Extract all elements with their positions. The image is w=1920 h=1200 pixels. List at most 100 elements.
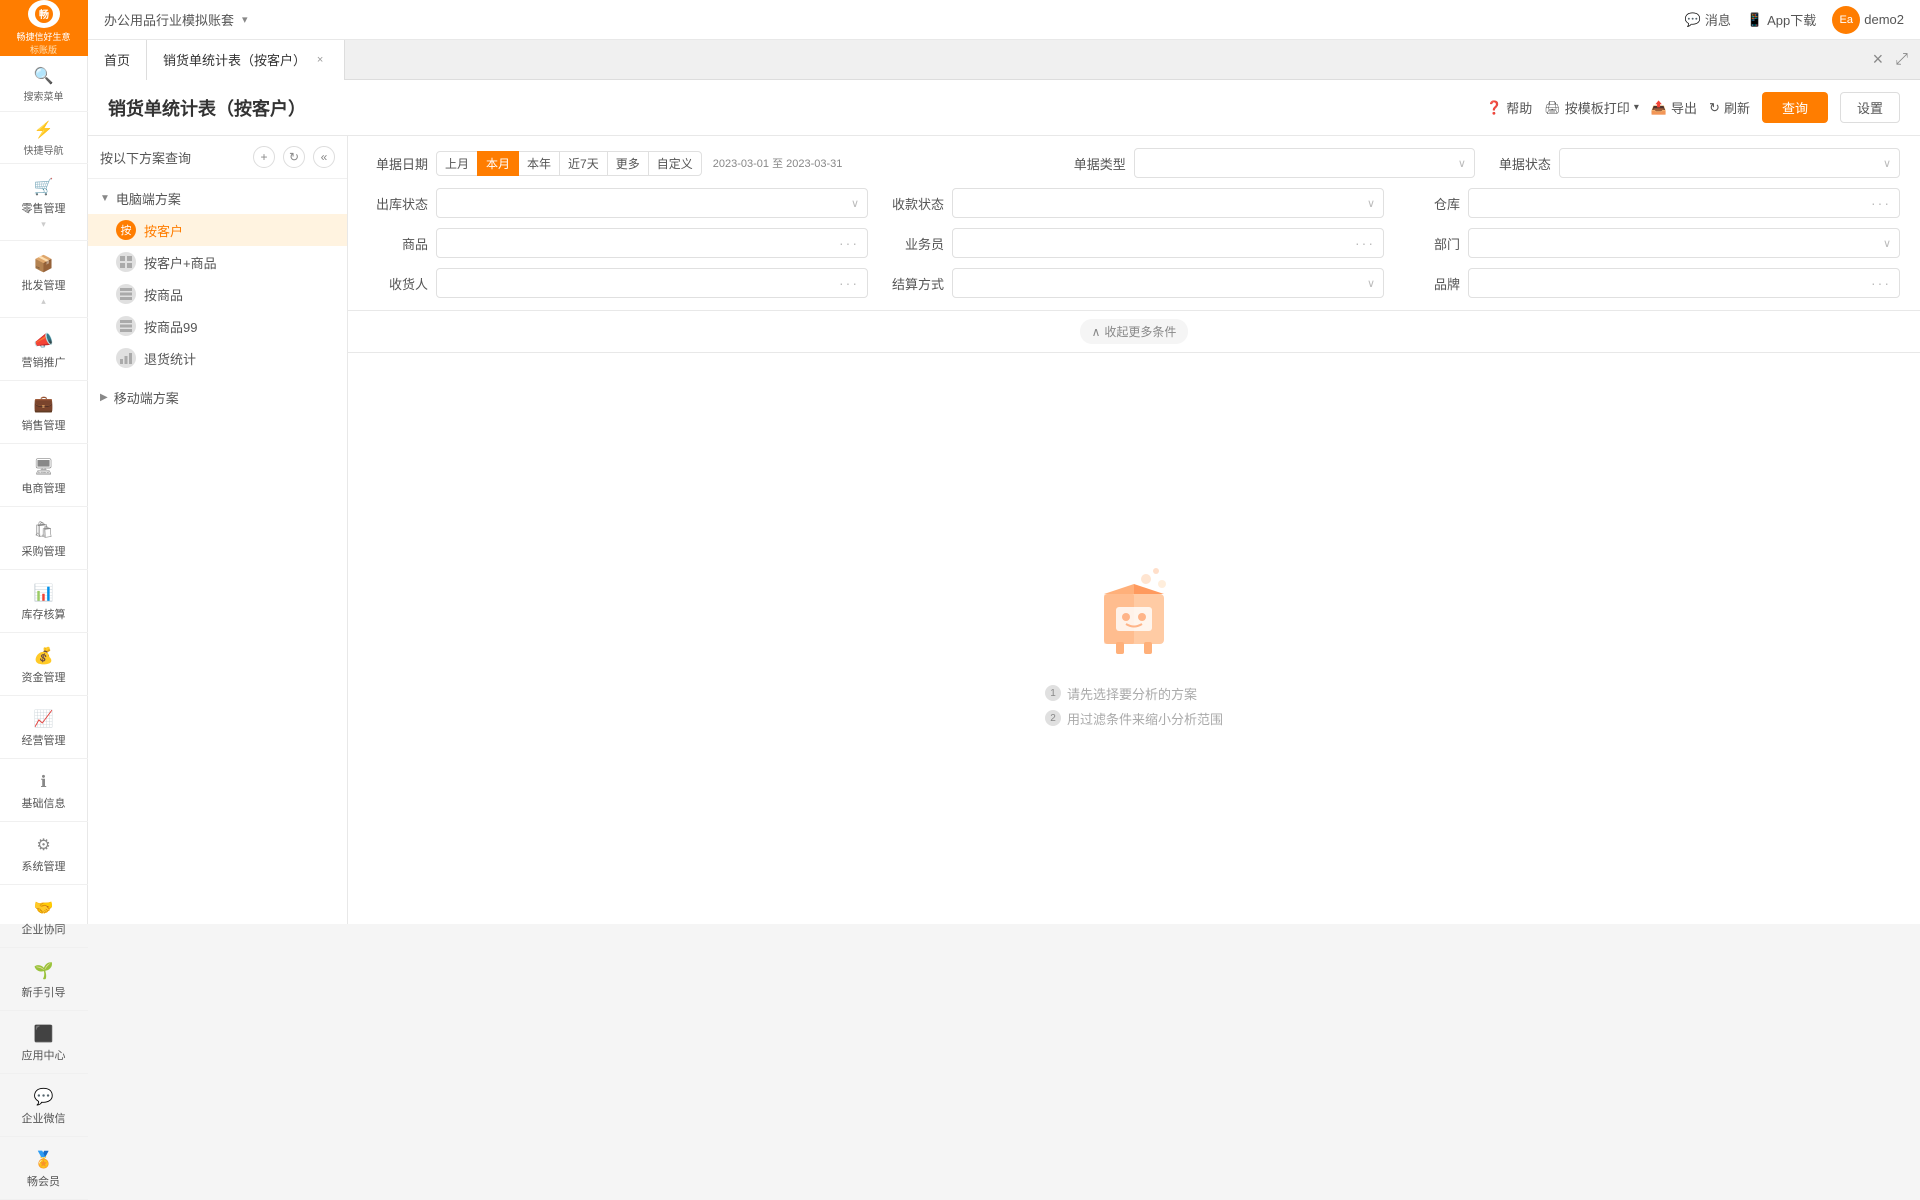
inventory-icon: 📊 <box>34 583 54 603</box>
warehouse-control[interactable]: ··· <box>1468 188 1900 218</box>
tabs-actions: × ⤢ <box>1861 45 1920 74</box>
tree-item-by-goods[interactable]: 按商品 <box>88 278 347 310</box>
tab-maximize-icon[interactable]: ⤢ <box>1891 47 1912 73</box>
refresh-button[interactable]: ↻ 刷新 <box>1709 98 1750 117</box>
sidebar-item-newbie[interactable]: 🌱 新手引导 <box>0 948 88 1011</box>
tree-mobile-header[interactable]: ▶ 移动端方案 <box>88 382 347 413</box>
retail-icon: 🛒 <box>34 177 54 197</box>
message-button[interactable]: 💬 消息 <box>1685 10 1731 29</box>
export-button[interactable]: 📤 导出 <box>1651 98 1697 117</box>
sidebar-item-member[interactable]: 🏅 畅会员 <box>0 1137 88 1200</box>
date-btn-this-year[interactable]: 本年 <box>518 151 560 176</box>
by-goods99-icon <box>116 316 136 336</box>
dept-control[interactable]: ∨ <box>1468 228 1900 258</box>
payment-label: 结算方式 <box>884 274 944 293</box>
out-status-control[interactable]: ∨ <box>436 188 868 218</box>
sidebar-item-enterprise[interactable]: 🤝 企业协同 <box>0 885 88 948</box>
tree-desktop-header[interactable]: ▼ 电脑端方案 <box>88 183 347 214</box>
sidebar-item-retail[interactable]: 🛒 零售管理 ▾ <box>0 164 88 241</box>
sidebar-item-system[interactable]: ⚙ 系统管理 <box>0 822 88 885</box>
brand-dots: ··· <box>1871 275 1891 291</box>
tree-item-by-customer[interactable]: 按 按客户 <box>88 214 347 246</box>
salesperson-control[interactable]: ··· <box>952 228 1384 258</box>
by-goods-icon <box>116 284 136 304</box>
user-profile[interactable]: Ea demo2 <box>1832 6 1904 34</box>
date-btn-last-month[interactable]: 上月 <box>436 151 478 176</box>
sidebar-item-purchase[interactable]: 🛍 采购管理 <box>0 507 88 570</box>
filter-brand: 品牌 ··· <box>1400 268 1900 298</box>
sidebar-logo[interactable]: 畅 畅捷信好生意 标账版 <box>0 0 88 56</box>
recipient-control[interactable]: ··· <box>436 268 868 298</box>
filter-dept: 部门 ∨ <box>1400 228 1900 258</box>
logo-icon: 畅 <box>28 0 60 28</box>
refresh-scheme-button[interactable]: ↻ <box>283 146 305 168</box>
date-btn-custom[interactable]: 自定义 <box>648 151 702 176</box>
page-header: 销货单统计表（按客户） ❓ 帮助 🖨 按模板打印 ▾ 📤 导出 ↻ 刷新 <box>88 80 1920 136</box>
empty-illustration <box>1074 544 1194 664</box>
tree-mobile-arrow: ▶ <box>100 392 108 403</box>
tab-close-button[interactable]: × <box>312 52 328 68</box>
app-download-button[interactable]: 📱 App下载 <box>1747 10 1816 29</box>
sidebar-item-apps[interactable]: ⬛ 应用中心 <box>0 1011 88 1074</box>
help-button[interactable]: ❓ 帮助 <box>1486 98 1532 117</box>
return-stats-icon <box>116 348 136 368</box>
tab-sales-stats[interactable]: 销货单统计表（按客户） × <box>147 40 345 80</box>
company-selector[interactable]: 办公用品行业模拟账套 ▾ <box>104 10 248 29</box>
tab-close-window-icon[interactable]: × <box>1869 45 1888 74</box>
payment-control[interactable]: ∨ <box>952 268 1384 298</box>
sidebar-item-wechat[interactable]: 💬 企业微信 <box>0 1074 88 1137</box>
tree-item-return-stats[interactable]: 退货统计 <box>88 342 347 374</box>
filter-row-3: 商品 ··· 业务员 ··· <box>368 228 1900 258</box>
date-btn-last-7-days[interactable]: 近7天 <box>559 151 608 176</box>
filter-doc-type: 单据类型 ∨ <box>1066 148 1475 178</box>
tab-home[interactable]: 首页 <box>88 40 147 80</box>
goods-dots: ··· <box>839 235 859 251</box>
print-icon: 🖨 <box>1544 100 1561 116</box>
by-customer-goods-icon <box>116 252 136 272</box>
filter-salesperson: 业务员 ··· <box>884 228 1384 258</box>
member-icon: 🏅 <box>34 1150 54 1170</box>
doc-type-label: 单据类型 <box>1066 154 1126 173</box>
filter-row-2: 出库状态 ∨ 收款状态 ∨ <box>368 188 1900 218</box>
receive-status-control[interactable]: ∨ <box>952 188 1384 218</box>
filter-row-1: 单据日期 上月 本月 本年 近7天 更多 自定义 20 <box>368 148 1900 178</box>
sidebar-item-basic[interactable]: ℹ 基础信息 <box>0 759 88 822</box>
settings-button[interactable]: 设置 <box>1840 92 1900 123</box>
sidebar-item-operations[interactable]: 📈 经营管理 <box>0 696 88 759</box>
print-dropdown-icon[interactable]: ▾ <box>1634 102 1639 113</box>
goods-label: 商品 <box>368 234 428 253</box>
company-dropdown-icon[interactable]: ▾ <box>242 13 248 26</box>
sidebar-item-sales[interactable]: 💼 销售管理 <box>0 381 88 444</box>
warehouse-label: 仓库 <box>1400 194 1460 213</box>
doc-type-arrow: ∨ <box>1458 157 1466 170</box>
tree-item-by-goods99[interactable]: 按商品99 <box>88 310 347 342</box>
collapse-panel-button[interactable]: « <box>313 146 335 168</box>
sidebar-search-menu[interactable]: 🔍 搜索菜单 <box>0 56 88 112</box>
message-icon: 💬 <box>1685 12 1701 28</box>
doc-status-arrow: ∨ <box>1883 157 1891 170</box>
collapse-icon: ∧ <box>1092 325 1101 339</box>
brand-control[interactable]: ··· <box>1468 268 1900 298</box>
date-btn-this-month[interactable]: 本月 <box>477 151 519 176</box>
goods-control[interactable]: ··· <box>436 228 868 258</box>
collapse-conditions-button[interactable]: ∧ 收起更多条件 <box>1080 319 1189 344</box>
template-print-button[interactable]: 🖨 按模板打印 ▾ <box>1544 98 1639 117</box>
add-scheme-button[interactable]: + <box>253 146 275 168</box>
svg-text:畅: 畅 <box>39 8 49 21</box>
brand-label: 品牌 <box>1400 274 1460 293</box>
sidebar-item-finance[interactable]: 💰 资金管理 <box>0 633 88 696</box>
sidebar-item-wholesale[interactable]: 📦 批发管理 ▴ <box>0 241 88 318</box>
sidebar-item-ecommerce[interactable]: 🖥 电商管理 <box>0 444 88 507</box>
retail-arrow: ▾ <box>41 219 46 230</box>
date-btn-more[interactable]: 更多 <box>607 151 649 176</box>
sidebar-quick-nav[interactable]: ⚡ 快捷导航 <box>0 112 88 164</box>
tree-desktop-label: 电脑端方案 <box>116 189 181 208</box>
doc-type-control[interactable]: ∨ <box>1134 148 1475 178</box>
sidebar-item-inventory[interactable]: 📊 库存核算 <box>0 570 88 633</box>
tree-item-by-customer-goods[interactable]: 按客户+商品 <box>88 246 347 278</box>
sidebar-item-marketing[interactable]: 📣 营销推广 <box>0 318 88 381</box>
date-label: 单据日期 <box>368 154 428 173</box>
query-button[interactable]: 查询 <box>1762 92 1828 123</box>
doc-status-control[interactable]: ∨ <box>1559 148 1900 178</box>
receive-status-arrow: ∨ <box>1367 197 1375 210</box>
